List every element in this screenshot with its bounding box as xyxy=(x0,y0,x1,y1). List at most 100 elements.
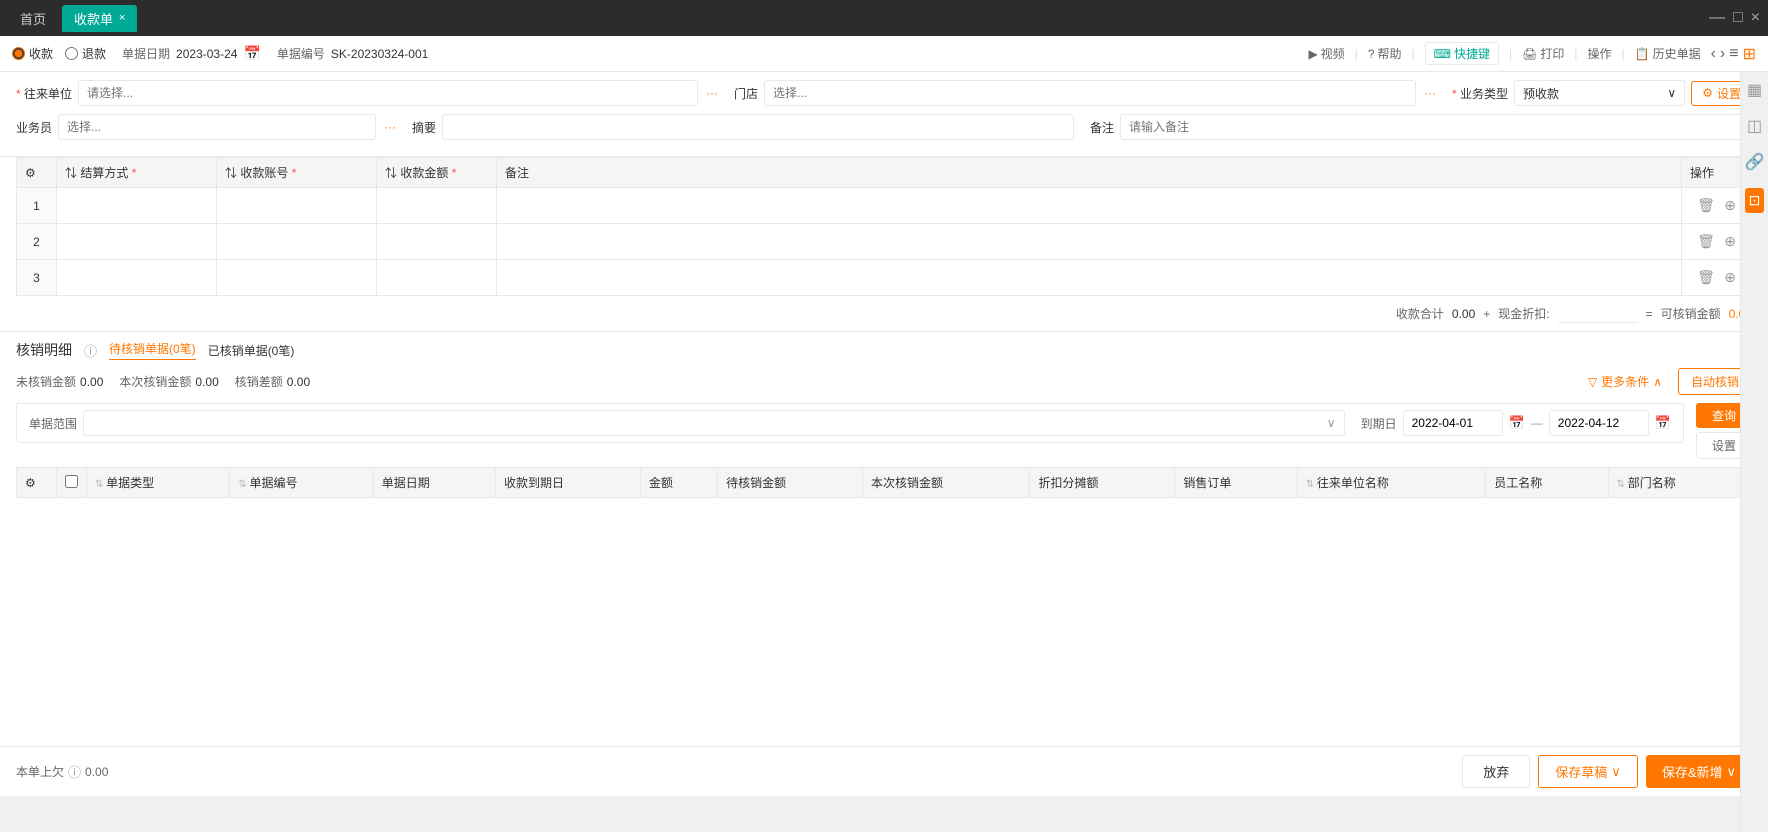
page-info-label: 本单上欠 xyxy=(16,763,64,780)
verifiable-label: 可核销金额 xyxy=(1661,305,1721,322)
calendar-from-icon[interactable]: 📅 xyxy=(1509,415,1525,431)
save-draft-button[interactable]: 保存草稿 ∨ xyxy=(1538,755,1638,788)
row-2-amount[interactable] xyxy=(377,224,497,260)
list-view-button[interactable]: ≡ xyxy=(1729,44,1738,64)
row-3-amount[interactable] xyxy=(377,260,497,296)
staff-input[interactable] xyxy=(58,114,376,140)
summary-row: 收款合计 0.00 + 现金折扣: = 可核销金额 0.00 xyxy=(0,296,1768,332)
sidebar-icon-edit[interactable]: ⊡ xyxy=(1745,188,1765,213)
biz-type-field: 业务类型 预收款 ∨ ⚙ 设置 xyxy=(1452,80,1752,106)
save-new-button[interactable]: 保存&新增 ∨ xyxy=(1646,755,1752,788)
col-discount: 折扣分摊额 xyxy=(1030,468,1175,498)
total-label: 收款合计 xyxy=(1396,305,1444,322)
col-partner[interactable]: 往来单位名称 xyxy=(1297,468,1486,498)
calendar-to-icon[interactable]: 📅 xyxy=(1655,415,1671,431)
row-2-account[interactable] xyxy=(217,224,377,260)
copy-icon[interactable]: ⊕ xyxy=(1724,233,1736,249)
delete-icon[interactable]: 🗑 xyxy=(1697,197,1715,213)
row-1-account[interactable] xyxy=(217,188,377,224)
page-info-value: 0.00 xyxy=(85,765,108,779)
summary-input[interactable] xyxy=(442,114,1074,140)
remark-input[interactable] xyxy=(1120,114,1752,140)
tab-done[interactable]: 已核销单据(0笔) xyxy=(208,342,295,359)
print-icon: 🖨 xyxy=(1522,47,1537,61)
filter-row: 单据范围 ∨ 到期日 📅 — 📅 xyxy=(16,403,1684,443)
verify-settings-col[interactable]: ⚙ xyxy=(17,468,57,498)
row-3-account[interactable] xyxy=(217,260,377,296)
form-row-1: 往来单位 ··· 门店 ··· 业务类型 预收款 ∨ ⚙ 设置 xyxy=(16,80,1752,106)
prev-button[interactable]: ‹ xyxy=(1711,44,1716,64)
filter-range-select[interactable]: ∨ xyxy=(83,410,1345,436)
tab-close-icon[interactable]: × xyxy=(119,12,125,24)
sidebar-icon-table[interactable]: ▦ xyxy=(1747,80,1762,100)
col-number[interactable]: 单据编号 xyxy=(230,468,373,498)
video-button[interactable]: ▶ 视频 xyxy=(1308,45,1344,62)
window-max-button[interactable]: □ xyxy=(1733,9,1743,27)
radio-refund[interactable]: 退款 xyxy=(65,45,106,62)
grid-view-button[interactable]: ⊞ xyxy=(1743,44,1756,64)
more-conditions-button[interactable]: ▽ 更多条件 ∧ xyxy=(1588,373,1662,390)
abandon-button[interactable]: 放弃 xyxy=(1462,755,1530,788)
next-button[interactable]: › xyxy=(1720,44,1725,64)
col-current-verify: 本次核销金额 xyxy=(863,468,1030,498)
row-1-settle[interactable] xyxy=(57,188,217,224)
number-value: SK-20230324-001 xyxy=(331,47,428,61)
biz-type-select[interactable]: 预收款 ∨ xyxy=(1514,80,1685,106)
chevron-down-icon: ∨ xyxy=(1611,764,1621,780)
info-icon[interactable]: ⓘ xyxy=(68,762,81,781)
number-label: 单据编号 xyxy=(277,45,325,62)
filter-date-from[interactable] xyxy=(1403,410,1503,436)
verify-checkbox-col[interactable] xyxy=(57,468,87,498)
calendar-icon[interactable]: 📅 xyxy=(243,45,260,62)
delete-icon[interactable]: 🗑 xyxy=(1697,233,1715,249)
shortcut-button[interactable]: ⌨ 快捷键 xyxy=(1425,42,1499,65)
window-min-button[interactable]: — xyxy=(1709,9,1725,27)
verify-table-container: ⚙ 单据类型 单据编号 单据日期 收款到期日 金额 待核销金额 本次核销金额 折… xyxy=(16,467,1752,738)
print-button[interactable]: 🖨 打印 xyxy=(1522,45,1564,62)
tab-active[interactable]: 收款单 × xyxy=(62,5,137,32)
tab-pending[interactable]: 待核销单据(0笔) xyxy=(109,340,196,360)
history-button[interactable]: 📋 历史单据 xyxy=(1635,45,1701,62)
table-col-account: ⇅ 收款账号 * xyxy=(217,158,377,188)
store-input[interactable] xyxy=(764,80,1416,106)
summary-field: 摘要 xyxy=(412,114,1074,140)
table-row: 2 🗑 ⊕ xyxy=(17,224,1752,260)
discount-input[interactable] xyxy=(1558,304,1638,323)
staff-more-icon[interactable]: ··· xyxy=(384,120,396,134)
col-type[interactable]: 单据类型 xyxy=(87,468,230,498)
partner-input[interactable] xyxy=(78,80,698,106)
row-num-3: 3 xyxy=(17,260,57,296)
partner-more-icon[interactable]: ··· xyxy=(706,86,718,100)
verify-info-icon[interactable]: ⓘ xyxy=(84,341,97,360)
store-field: 门店 ··· xyxy=(734,80,1436,106)
sidebar-icon-link[interactable]: 🔗 xyxy=(1745,152,1765,172)
biz-type-value: 预收款 xyxy=(1523,85,1559,102)
row-1-remark[interactable] xyxy=(497,188,1682,224)
radio-receipt[interactable]: 收款 xyxy=(12,45,53,62)
copy-icon[interactable]: ⊕ xyxy=(1724,269,1736,285)
col-amount: 金额 xyxy=(640,468,717,498)
row-1-amount[interactable] xyxy=(377,188,497,224)
help-icon: ? xyxy=(1368,47,1375,61)
chevron-up-icon: ∧ xyxy=(1653,375,1662,389)
window-close-button[interactable]: × xyxy=(1751,9,1760,27)
row-2-remark[interactable] xyxy=(497,224,1682,260)
help-button[interactable]: ? 帮助 xyxy=(1368,45,1402,62)
copy-icon[interactable]: ⊕ xyxy=(1724,197,1736,213)
row-3-settle[interactable] xyxy=(57,260,217,296)
delete-icon[interactable]: 🗑 xyxy=(1697,269,1715,285)
table-col-amount: ⇅ 收款金额 * xyxy=(377,158,497,188)
tab-home[interactable]: 首页 xyxy=(8,5,58,32)
verify-section: 核销明细 ⓘ 待核销单据(0笔) 已核销单据(0笔) 未核销金额 0.00 本次… xyxy=(0,332,1768,746)
remark-field: 备注 xyxy=(1090,114,1752,140)
row-3-remark[interactable] xyxy=(497,260,1682,296)
col-sales-order: 销售订单 xyxy=(1175,468,1297,498)
store-more-icon[interactable]: ··· xyxy=(1424,86,1436,100)
filter-date-to[interactable] xyxy=(1549,410,1649,436)
row-2-settle[interactable] xyxy=(57,224,217,260)
col-dept[interactable]: 部门名称 xyxy=(1608,468,1751,498)
col-staff: 员工名称 xyxy=(1486,468,1608,498)
sidebar-icon-doc[interactable]: ◫ xyxy=(1747,116,1762,136)
table-settings-col[interactable]: ⚙ xyxy=(17,158,57,188)
operation-button[interactable]: 操作 xyxy=(1587,45,1611,62)
